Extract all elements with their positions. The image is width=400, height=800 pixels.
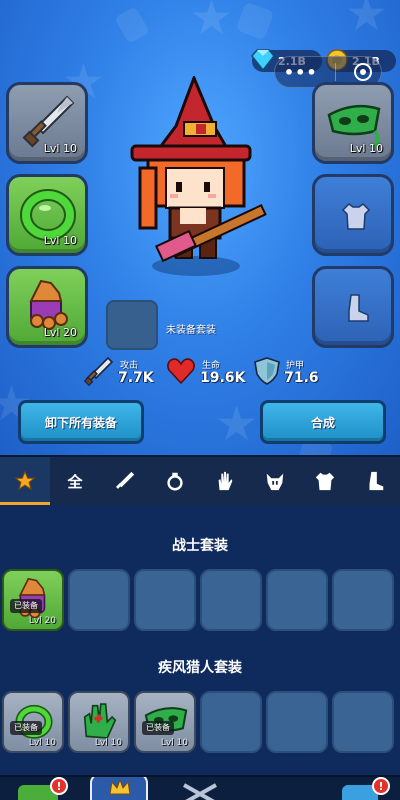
tab-armor[interactable] (300, 457, 350, 505)
equipped-tag: 已装备 (10, 599, 42, 613)
star-icon (14, 470, 36, 491)
item-level: Lvl 10 (28, 738, 56, 748)
heart-icon (167, 358, 195, 385)
armor-value: 71.6 (284, 370, 319, 386)
weapon-slot[interactable]: Lvl 10 (6, 82, 88, 164)
armor-stat: 护甲 71.6 (252, 356, 332, 388)
tab-favorites[interactable] (0, 457, 50, 505)
set-item-slot[interactable]: 已装备 Lvl 10 (2, 691, 64, 753)
shirt-icon (341, 203, 371, 230)
equipped-tag: 已装备 (142, 721, 174, 735)
armor-slot[interactable] (312, 174, 394, 256)
tab-all[interactable]: 全 (50, 457, 100, 505)
gloves-level: Lvl 20 (43, 326, 77, 339)
gem-icon (251, 49, 275, 72)
boot-icon (369, 471, 384, 491)
tab-all-label: 全 (67, 472, 83, 491)
shop-alert-badge: ! (50, 777, 68, 795)
nav-equipment-button[interactable] (90, 777, 148, 800)
set-item-slot[interactable]: 已装备 Lvl 20 (2, 569, 64, 631)
set-title: 疾风猎人套装 (158, 660, 242, 676)
set-item-slot[interactable]: 已装备 Lvl 10 (134, 691, 196, 753)
empty-set-slot[interactable] (134, 569, 196, 631)
health-stat: 生命 19.6K (166, 356, 250, 388)
set-title: 战士套装 (172, 538, 228, 554)
tab-weapons[interactable] (100, 457, 150, 505)
tab-helmets[interactable] (250, 457, 300, 505)
character-sprite (130, 76, 267, 276)
attack-stat: 攻击 7.7K (84, 356, 164, 388)
close-target-icon[interactable] (354, 63, 373, 81)
bg-shape (235, 1, 275, 41)
attack-value: 7.7K (118, 370, 154, 386)
set-item-slot[interactable]: Lvl 10 (68, 691, 130, 753)
sword-icon (84, 356, 114, 386)
shield-icon (254, 357, 280, 385)
category-tabs: 全 (0, 455, 400, 505)
more-icon[interactable]: ••• (284, 63, 318, 82)
empty-set-slot[interactable] (266, 691, 328, 753)
ring-slot[interactable]: Lvl 10 (6, 174, 88, 256)
item-level: Lvl 10 (160, 738, 188, 748)
unequipped-set-slot[interactable] (106, 300, 158, 350)
equipped-tag: 已装备 (10, 721, 42, 735)
capsule-divider (335, 63, 337, 81)
glove-icon (218, 471, 233, 491)
shirt-icon (315, 472, 335, 491)
set-collection-panel: 战士套装 已装备 Lvl 20 疾风猎人套装 已装备 Lvl 10 Lvl 10 (0, 505, 400, 775)
empty-set-slot[interactable] (68, 569, 130, 631)
weapon-level: Lvl 10 (43, 142, 77, 155)
bg-star-icon: ★ (215, 396, 259, 452)
unequipped-set-label: 未装备套装 (166, 325, 216, 336)
tab-rings[interactable] (150, 457, 200, 505)
empty-set-slot[interactable] (200, 569, 262, 631)
helmet-icon (266, 473, 284, 491)
boots-slot[interactable] (312, 266, 394, 348)
helmet-level: Lvl 10 (349, 142, 383, 155)
boot-icon (348, 294, 369, 322)
empty-set-slot[interactable] (332, 569, 394, 631)
unequip-all-button[interactable]: 卸下所有装备 (18, 400, 144, 444)
bg-star-icon: ★ (190, 0, 234, 46)
empty-set-slot[interactable] (200, 691, 262, 753)
bg-star-icon: ★ (345, 0, 389, 42)
upgrade-alert-badge: ! (372, 777, 390, 795)
nav-battle-button[interactable] (178, 783, 222, 800)
item-level: Lvl 20 (28, 616, 56, 626)
bg-shape (114, 6, 150, 44)
crossed-swords-icon (183, 783, 217, 800)
item-level: Lvl 10 (94, 738, 122, 748)
ring-icon (167, 472, 183, 491)
tab-gloves[interactable] (200, 457, 250, 505)
character-panel: ★ ★ ★ ★ ★ 2.1B 2.1B ••• Lvl 10 (0, 0, 400, 455)
empty-set-slot[interactable] (332, 691, 394, 753)
health-value: 19.6K (200, 370, 246, 386)
empty-set-slot[interactable] (266, 569, 328, 631)
ring-level: Lvl 10 (43, 234, 77, 247)
helmet-slot[interactable]: Lvl 10 (312, 82, 394, 164)
crown-icon (109, 779, 131, 795)
merge-button[interactable]: 合成 (260, 400, 386, 444)
gloves-slot[interactable]: Lvl 20 (6, 266, 88, 348)
tab-boots[interactable] (350, 457, 400, 505)
sword-icon (115, 471, 135, 489)
